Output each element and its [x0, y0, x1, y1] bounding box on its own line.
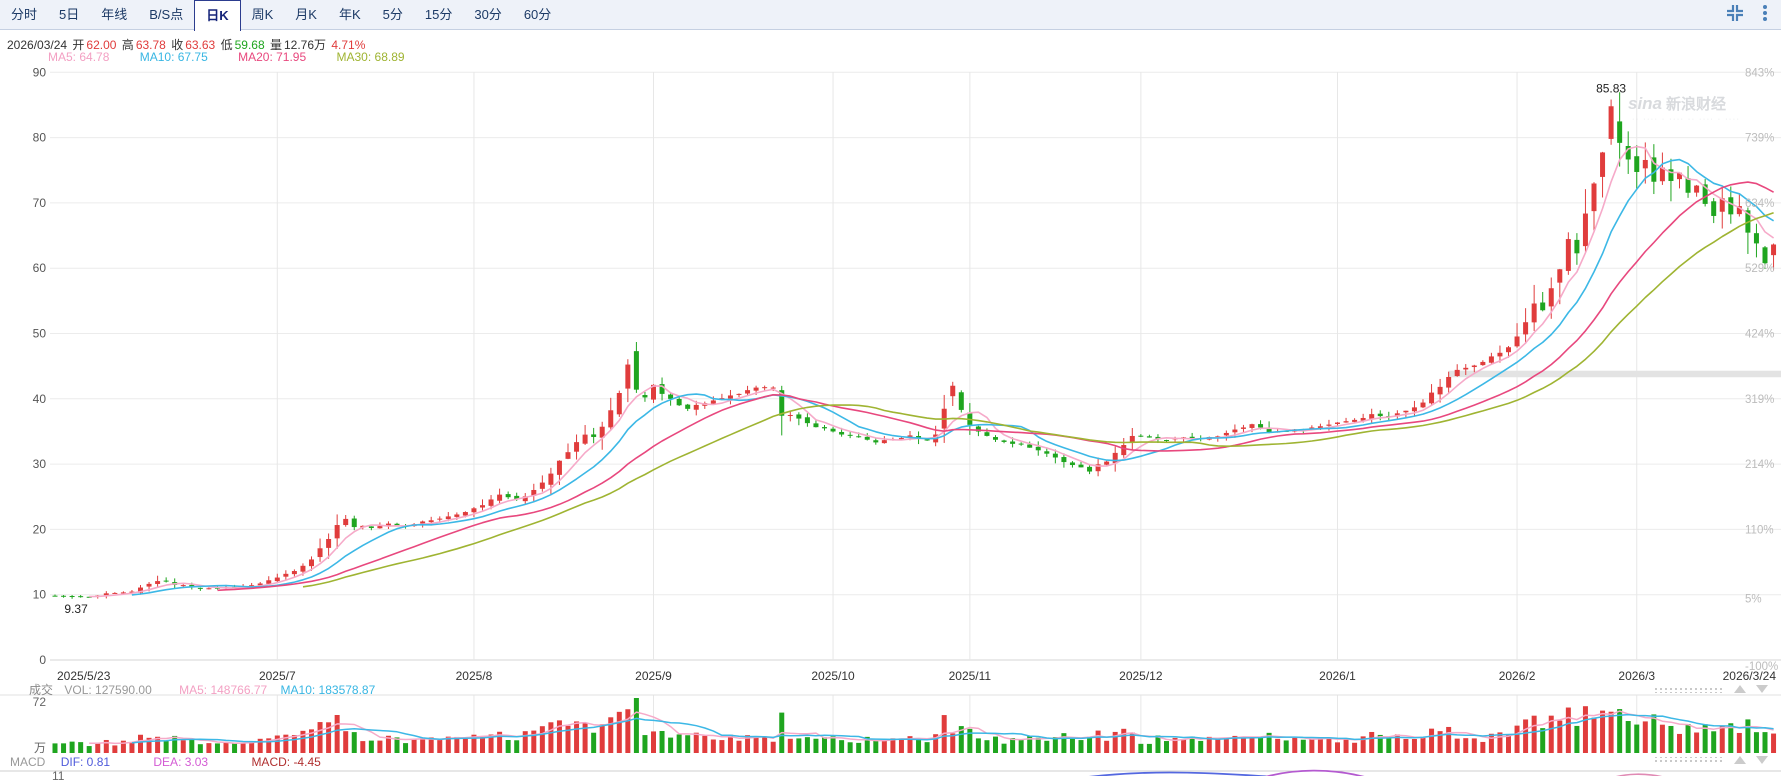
kline-chart-canvas: 90 80 70 60 50 40 30 20 10 0 843% 739% 634% 529% 424% 3… — [0, 65, 1781, 776]
tab-15min[interactable]: 15分 — [414, 0, 463, 29]
svg-text:0: 0 — [39, 653, 46, 667]
macd-axis-tick: 11 — [52, 769, 65, 783]
macd-dea-value: DEA: 3.03 — [153, 755, 209, 769]
svg-text:2026/3: 2026/3 — [1618, 669, 1655, 683]
tab-monthly-k[interactable]: 月K — [284, 0, 328, 29]
svg-text:30: 30 — [33, 457, 47, 471]
svg-text:40: 40 — [33, 392, 47, 406]
chart-type-toolbar: 分时 5日 年线 B/S点 日K 周K 月K 年K 5分 15分 30分 60分 — [0, 0, 1781, 31]
svg-text:80: 80 — [33, 131, 47, 145]
svg-text:2025/8: 2025/8 — [456, 669, 493, 683]
svg-text:10: 10 — [33, 588, 47, 602]
tab-yearly-k[interactable]: 年K — [328, 0, 372, 29]
volume-ma5-legend: MA5: 148766.77 — [179, 683, 268, 697]
volume-title: 成交 — [29, 683, 54, 697]
ma-legend-row: MA5: 64.78 MA10: 67.75 MA20: 71.95 MA30:… — [48, 50, 432, 64]
svg-text:634%: 634% — [1745, 198, 1774, 210]
svg-text:20: 20 — [33, 522, 47, 536]
macd-legend-row: MACD DIF: 0.81 DEA: 3.03 MACD: -4.45 — [10, 755, 321, 769]
svg-text:2026/2: 2026/2 — [1499, 669, 1536, 683]
axis-labels: 90 80 70 60 50 40 30 20 10 0 843% 739% 634% 529% 424% 3… — [33, 65, 1779, 755]
tab-5day[interactable]: 5日 — [48, 0, 90, 29]
svg-text:sina: sina — [1628, 94, 1662, 113]
volume-ma10-legend: MA10: 183578.87 — [280, 683, 376, 697]
svg-text:60: 60 — [33, 261, 47, 275]
collapse-icon[interactable] — [1725, 3, 1745, 23]
svg-text:2026/1: 2026/1 — [1319, 669, 1356, 683]
svg-text:424%: 424% — [1745, 329, 1774, 341]
tab-30min[interactable]: 30分 — [463, 0, 512, 29]
tab-5min[interactable]: 5分 — [372, 0, 414, 29]
annotations: 85.83 9.37 — [64, 82, 1626, 616]
svg-text:739%: 739% — [1745, 133, 1774, 145]
macd-value: MACD: -4.45 — [251, 755, 321, 769]
ma10-legend: MA10: 67.75 — [139, 50, 208, 64]
ma20-legend: MA20: 71.95 — [238, 50, 307, 64]
volume-ma-lines — [89, 710, 1774, 745]
svg-text:2025/12: 2025/12 — [1119, 669, 1163, 683]
tab-bs-points[interactable]: B/S点 — [138, 0, 194, 29]
svg-text:214%: 214% — [1745, 459, 1774, 471]
toolbar-actions — [1725, 3, 1775, 23]
grid-lines — [0, 71, 1781, 772]
svg-text:843%: 843% — [1745, 67, 1774, 79]
tab-year-line[interactable]: 年线 — [90, 0, 138, 29]
svg-text:50: 50 — [33, 327, 47, 341]
stock-chart-app: { "navbar": { "tabs": [ {"label":"分时","a… — [0, 0, 1781, 783]
svg-text:5%: 5% — [1745, 594, 1762, 606]
svg-text:9.37: 9.37 — [64, 602, 88, 616]
tab-timeline[interactable]: 分时 — [0, 0, 48, 29]
svg-text:2025/10: 2025/10 — [811, 669, 855, 683]
svg-text:110%: 110% — [1745, 524, 1774, 536]
svg-text:新浪财经: 新浪财经 — [1666, 95, 1726, 113]
svg-text:2025/11: 2025/11 — [949, 669, 992, 683]
svg-text:万: 万 — [34, 741, 46, 755]
svg-text:2025/9: 2025/9 — [635, 669, 672, 683]
tab-daily-k[interactable]: 日K — [194, 0, 241, 31]
macd-title: MACD — [10, 755, 46, 769]
tab-weekly-k[interactable]: 周K — [241, 0, 285, 29]
scroll-handle-bottom[interactable] — [1653, 756, 1768, 764]
kebab-menu-icon[interactable] — [1755, 3, 1775, 23]
ma5-legend: MA5: 64.78 — [48, 50, 110, 64]
svg-text:319%: 319% — [1745, 394, 1774, 406]
svg-text:70: 70 — [33, 196, 47, 210]
svg-text:2026/3/24: 2026/3/24 — [1723, 669, 1777, 683]
svg-text:85.83: 85.83 — [1596, 82, 1626, 96]
macd-dif-value: DIF: 0.81 — [60, 755, 111, 769]
svg-text:·· ···· · ···· ·· ···· · ····: ·· ···· · ···· ·· ···· · ···· — [1632, 116, 1740, 123]
volume-value-label: VOL: 127590.00 — [64, 683, 152, 697]
svg-text:529%: 529% — [1745, 263, 1774, 275]
sina-watermark: sina 新浪财经 ·· ···· · ···· ·· ···· · ···· — [1628, 94, 1740, 123]
ma30-legend: MA30: 68.89 — [336, 50, 405, 64]
volume-legend-row: 成交 VOL: 127590.00 MA5: 148766.77 MA10: 1… — [29, 681, 375, 698]
scroll-handle-top[interactable] — [1653, 685, 1768, 693]
svg-text:90: 90 — [33, 65, 47, 79]
tab-60min[interactable]: 60分 — [513, 0, 562, 29]
